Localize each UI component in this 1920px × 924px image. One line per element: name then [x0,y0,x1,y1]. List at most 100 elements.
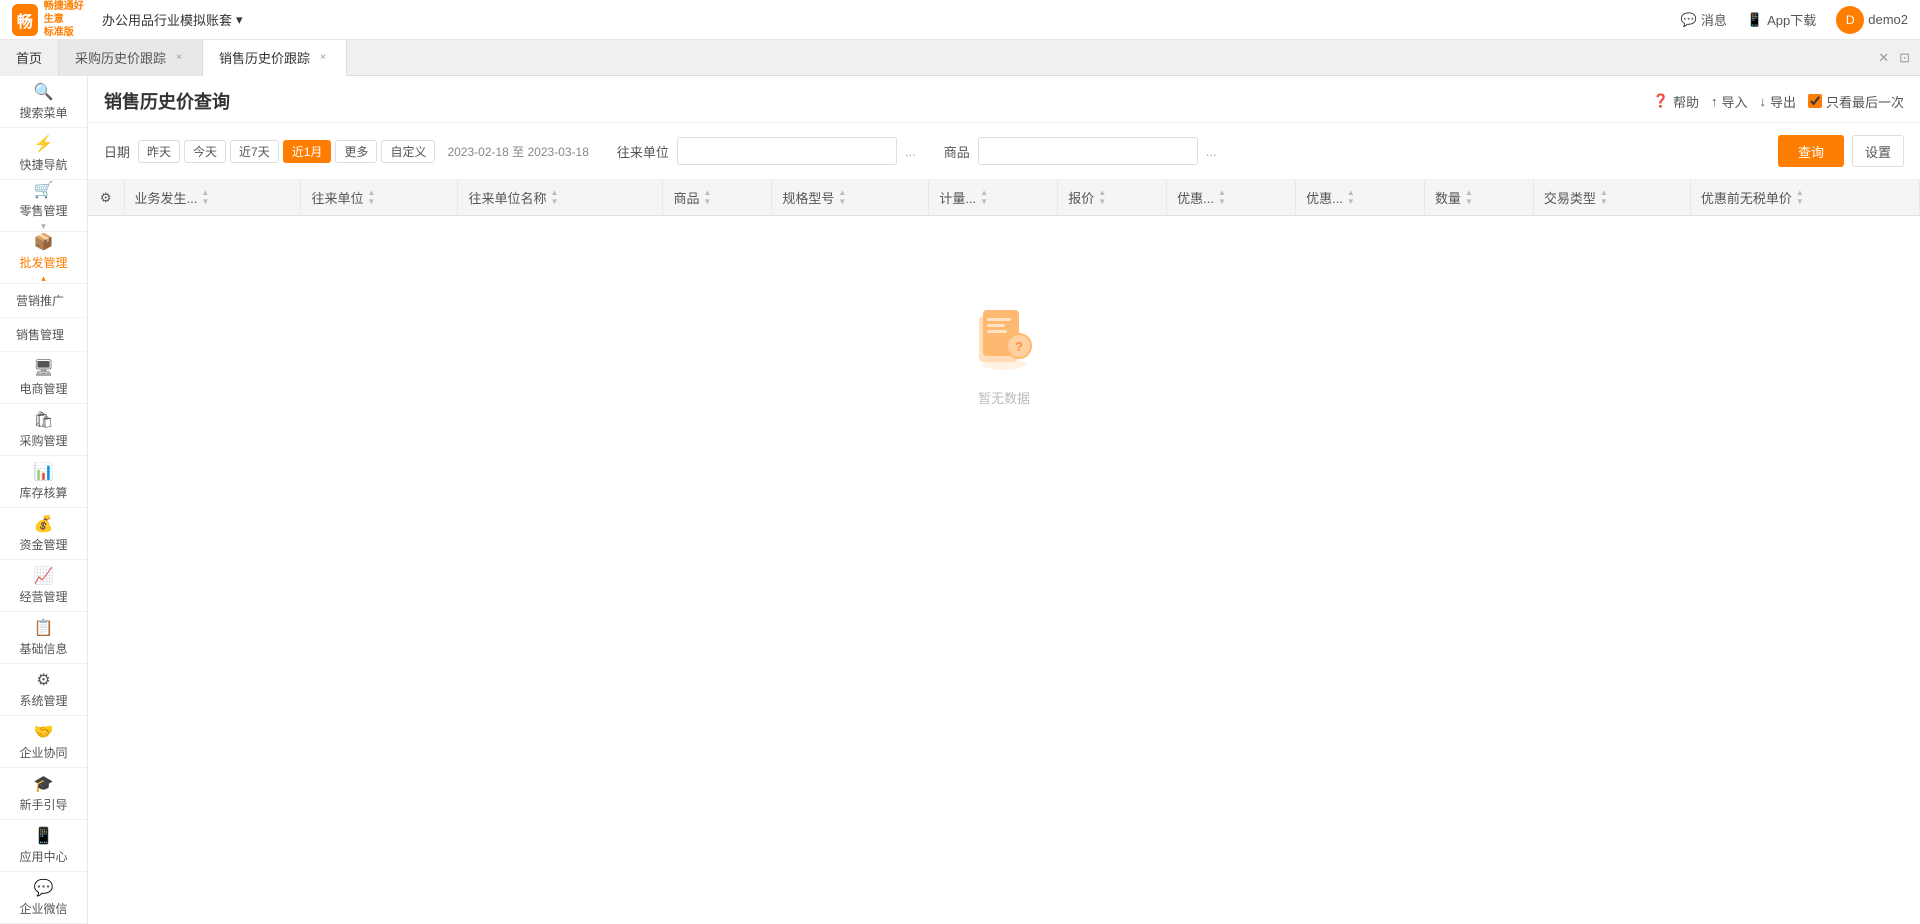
date-btn-more[interactable]: 更多 [335,140,377,163]
date-filter-label: 日期 [104,142,130,161]
shortcut-icon: ⚡ [34,134,54,154]
date-btn-today[interactable]: 今天 [184,140,226,163]
page-title: 销售历史价查询 [104,88,230,114]
gear-icon[interactable]: ⚙ [100,190,112,205]
message-icon: 💬 [1681,12,1697,28]
sort-arrows-unit-code: ▲▼ [367,189,375,206]
data-table: ⚙ 业务发生... ▲▼ [88,180,1920,216]
table-col-discount2[interactable]: 优惠... ▲▼ [1296,180,1425,216]
sidebar-item-retail[interactable]: 🛒 零售管理 ▾ [0,180,87,232]
sort-arrows-discount2: ▲▼ [1347,189,1355,206]
table-col-spec[interactable]: 规格型号 ▲▼ [772,180,929,216]
tab-sales[interactable]: 销售历史价跟踪 × [203,40,347,76]
filter-actions: 查询 设置 [1778,135,1904,167]
unit-filter-dots[interactable]: ... [905,144,916,159]
wholesale-submenu: 营销推广 销售管理 [0,284,87,352]
main-layout: 🔍 搜索菜单 ⚡ 快捷导航 🛒 零售管理 ▾ 📦 批发管理 ▴ 营销推广 销售管… [0,76,1920,924]
tab-purchase[interactable]: 采购历史价跟踪 × [59,40,203,76]
tab-purchase-close[interactable]: × [172,51,186,65]
date-btn-last1month[interactable]: 近1月 [283,140,332,163]
sidebar-item-corp-collab[interactable]: 🤝 企业协同 [0,716,87,768]
tab-sales-close[interactable]: × [316,50,330,64]
sidebar-item-inventory[interactable]: 📊 库存核算 [0,456,87,508]
sidebar-item-basic-info[interactable]: 📋 基础信息 [0,612,87,664]
product-filter-dots[interactable]: ... [1206,144,1217,159]
search-icon: 🔍 [34,82,54,102]
message-button[interactable]: 💬 消息 [1681,10,1727,29]
table-col-unit-measure[interactable]: 计量... ▲▼ [929,180,1058,216]
query-button[interactable]: 查询 [1778,135,1844,167]
page-container: 销售历史价查询 ❓ 帮助 ↑ 导入 ↓ 导出 [88,76,1920,924]
sidebar-item-search[interactable]: 🔍 搜索菜单 [0,76,87,128]
finance-icon: 💰 [34,514,54,534]
logo-area: 畅 畅捷通好生意 标准版 [12,0,92,39]
sort-arrows-quantity: ▲▼ [1465,189,1473,206]
app-selector[interactable]: 办公用品行业模拟账套 ▾ [102,10,243,29]
product-filter-group: 商品 ... [944,137,1217,165]
table-header-row: ⚙ 业务发生... ▲▼ [88,180,1920,216]
purchase-icon: 🛍 [33,410,53,430]
sidebar-item-shortcut[interactable]: ⚡ 快捷导航 [0,128,87,180]
sort-arrows-discount1: ▲▼ [1218,189,1226,206]
chevron-up-icon: ▴ [41,273,46,284]
newbie-icon: 🎓 [34,774,54,794]
date-btn-last7days[interactable]: 近7天 [230,140,279,163]
corp-wechat-icon: 💬 [34,878,54,898]
product-filter-input[interactable] [978,137,1198,165]
avatar: D [1836,6,1864,34]
retail-icon: 🛒 [34,180,54,200]
top-bar-right: 💬 消息 📱 App下载 D demo2 [1681,6,1908,34]
table-col-unit-name[interactable]: 往来单位名称 ▲▼ [458,180,663,216]
date-btn-custom[interactable]: 自定义 [381,140,435,163]
table-col-quote[interactable]: 报价 ▲▼ [1058,180,1167,216]
date-btn-yesterday[interactable]: 昨天 [138,140,180,163]
sidebar-subitem-marketing[interactable]: 营销推广 [0,284,87,318]
tab-bar: 首页 采购历史价跟踪 × 销售历史价跟踪 × ✕ ⊡ [0,40,1920,76]
settings-button[interactable]: 设置 [1852,135,1904,167]
wholesale-icon: 📦 [34,232,54,252]
table-col-business-date[interactable]: 业务发生... ▲▼ [124,180,301,216]
empty-state: ? 暂无数据 [88,216,1920,487]
app-center-icon: 📱 [34,826,54,846]
sidebar-item-corp-wechat[interactable]: 💬 企业微信 [0,872,87,924]
app-download-button[interactable]: 📱 App下载 [1747,10,1816,29]
sidebar-item-purchase[interactable]: 🛍 采购管理 [0,404,87,456]
table-area: ⚙ 业务发生... ▲▼ [88,180,1920,487]
date-range-display: 2023-02-18 至 2023-03-18 [447,143,588,160]
only-last-checkbox-wrapper[interactable]: 只看最后一次 [1808,92,1904,111]
table-col-quantity[interactable]: 数量 ▲▼ [1425,180,1534,216]
table-col-unit-code[interactable]: 往来单位 ▲▼ [301,180,458,216]
window-maximize-button[interactable]: ⊡ [1899,50,1910,66]
sidebar-item-system[interactable]: ⚙ 系统管理 [0,664,87,716]
table-col-discount1[interactable]: 优惠... ▲▼ [1167,180,1296,216]
export-button[interactable]: ↓ 导出 [1759,92,1796,111]
top-bar: 畅 畅捷通好生意 标准版 办公用品行业模拟账套 ▾ 💬 消息 📱 App下载 D… [0,0,1920,40]
window-close-button[interactable]: ✕ [1878,50,1889,66]
download-icon: 📱 [1747,12,1763,28]
sort-arrows-product: ▲▼ [703,189,711,206]
sidebar-item-newbie[interactable]: 🎓 新手引导 [0,768,87,820]
sidebar-item-operations[interactable]: 📈 经营管理 [0,560,87,612]
operations-icon: 📈 [34,566,54,586]
help-button[interactable]: ❓ 帮助 [1653,92,1699,111]
sidebar-item-finance[interactable]: 💰 资金管理 [0,508,87,560]
table-col-pretax-price[interactable]: 优惠前无税单价 ▲▼ [1690,180,1919,216]
sidebar-subitem-sales[interactable]: 销售管理 [0,318,87,352]
sidebar-item-ecommerce[interactable]: 🖥 电商管理 [0,352,87,404]
unit-filter-input[interactable] [677,137,897,165]
only-last-checkbox[interactable] [1808,94,1822,108]
page-header: 销售历史价查询 ❓ 帮助 ↑ 导入 ↓ 导出 [88,76,1920,123]
sort-arrows-quote: ▲▼ [1098,189,1106,206]
page-header-actions: ❓ 帮助 ↑ 导入 ↓ 导出 只看最后一次 [1653,92,1904,111]
table-col-gear[interactable]: ⚙ [88,180,124,216]
sidebar-item-wholesale[interactable]: 📦 批发管理 ▴ [0,232,87,284]
basic-info-icon: 📋 [34,618,54,638]
tab-home[interactable]: 首页 [0,40,59,76]
table-col-trade-type[interactable]: 交易类型 ▲▼ [1533,180,1690,216]
table-col-product[interactable]: 商品 ▲▼ [663,180,772,216]
corp-collab-icon: 🤝 [34,722,54,742]
import-button[interactable]: ↑ 导入 [1711,92,1748,111]
user-menu[interactable]: D demo2 [1836,6,1908,34]
chevron-down-icon: ▾ [236,12,243,28]
sidebar-item-app-center[interactable]: 📱 应用中心 [0,820,87,872]
